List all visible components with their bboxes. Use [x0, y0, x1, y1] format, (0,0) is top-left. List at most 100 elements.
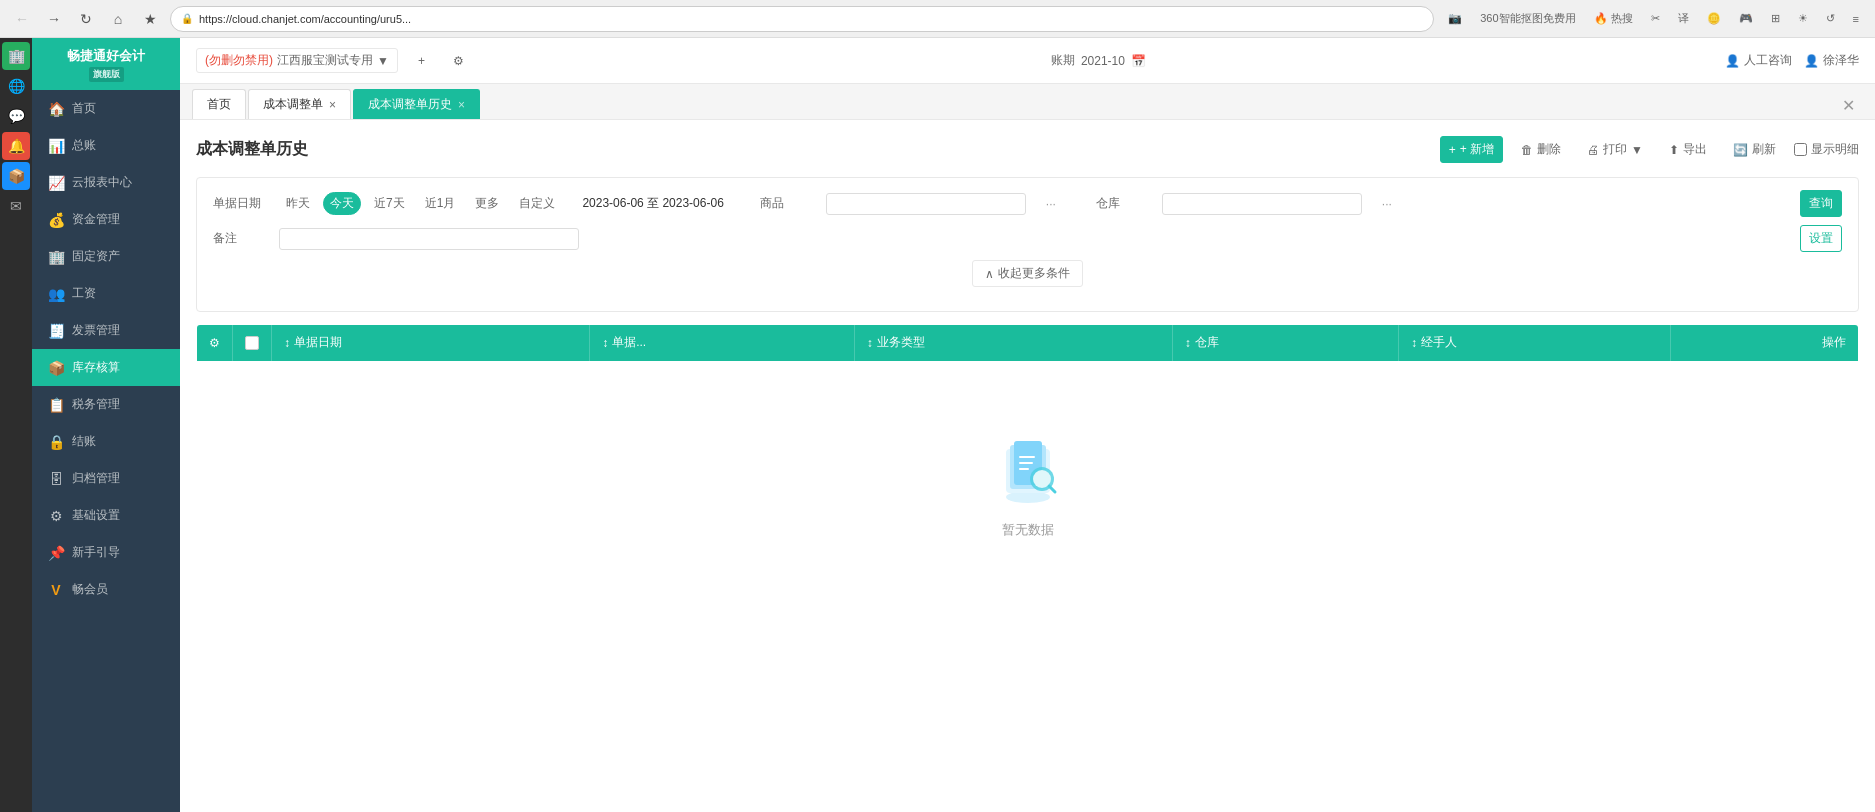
icon-sidebar: 🏢 🌐 💬 🔔 📦 ✉: [0, 38, 32, 812]
date-btn-1month[interactable]: 近1月: [418, 192, 463, 215]
collapse-button[interactable]: ∧ 收起更多条件: [972, 260, 1083, 287]
th-docno-label: 单据...: [612, 334, 646, 351]
refresh-button[interactable]: ↻: [74, 7, 98, 31]
sidebar-item-fixed-assets[interactable]: 🏢 固定资产: [32, 238, 180, 275]
select-all-checkbox[interactable]: [245, 336, 259, 350]
th-handler[interactable]: ↕ 经手人: [1398, 325, 1670, 361]
company-selector[interactable]: (勿删勿禁用) 江西服宝测试专用 ▼: [196, 48, 398, 73]
logo-text: 畅捷通好会计: [67, 47, 145, 65]
sidebar-item-tax[interactable]: 📋 税务管理: [32, 386, 180, 423]
bookmark-button[interactable]: ★: [138, 7, 162, 31]
show-detail-input[interactable]: [1794, 143, 1807, 156]
export-button[interactable]: ⬆ 导出: [1661, 137, 1715, 162]
sidebar-item-guide[interactable]: 📌 新手引导: [32, 534, 180, 571]
empty-state: 暂无数据: [209, 369, 1846, 599]
add-button[interactable]: + + 新增: [1440, 136, 1503, 163]
date-btn-more[interactable]: 更多: [468, 192, 506, 215]
screenshot-btn[interactable]: 📷: [1442, 10, 1468, 27]
game-btn[interactable]: 🎮: [1733, 10, 1759, 27]
refresh-button[interactable]: 🔄 刷新: [1725, 137, 1784, 162]
goods-filter-input[interactable]: [826, 193, 1026, 215]
icon-nav-2[interactable]: 💬: [2, 102, 30, 130]
add-company-button[interactable]: +: [410, 50, 433, 72]
tab-cost-adj-history[interactable]: 成本调整单历史 ×: [353, 89, 480, 119]
menu-btn[interactable]: ≡: [1847, 11, 1865, 27]
user-info[interactable]: 👤 徐泽华: [1804, 52, 1859, 69]
sidebar-item-archive[interactable]: 🗄 归档管理: [32, 460, 180, 497]
th-handler-label: 经手人: [1421, 334, 1457, 351]
app-logo-icon: 🏢: [2, 42, 30, 70]
sidebar-item-funds[interactable]: 💰 资金管理: [32, 201, 180, 238]
tab-home[interactable]: 首页: [192, 89, 246, 119]
close-period-icon: 🔒: [48, 434, 64, 450]
sidebar-item-settings[interactable]: ⚙ 基础设置: [32, 497, 180, 534]
th-date[interactable]: ↕ 单据日期: [272, 325, 590, 361]
sidebar-item-salary[interactable]: 👥 工资: [32, 275, 180, 312]
address-bar[interactable]: 🔒 https://cloud.chanjet.com/accounting/u…: [170, 6, 1434, 32]
hot-btn[interactable]: 🔥 热搜: [1588, 9, 1639, 28]
icon-nav-4[interactable]: 📦: [2, 162, 30, 190]
delete-button[interactable]: 🗑 删除: [1513, 137, 1569, 162]
sidebar-item-inventory[interactable]: 📦 库存核算: [32, 349, 180, 386]
date-btn-custom[interactable]: 自定义: [512, 192, 562, 215]
refresh-label: 刷新: [1752, 141, 1776, 158]
date-btn-yesterday[interactable]: 昨天: [279, 192, 317, 215]
tab-cost-adj[interactable]: 成本调整单 ×: [248, 89, 351, 119]
forward-button[interactable]: →: [42, 7, 66, 31]
translate-btn[interactable]: 译: [1672, 9, 1695, 28]
sidebar-item-member[interactable]: V 畅会员: [32, 571, 180, 608]
search-btn[interactable]: 360智能抠图免费用: [1474, 9, 1581, 28]
logo-edition: 旗舰版: [89, 67, 124, 82]
grid-btn[interactable]: ⊞: [1765, 10, 1786, 27]
add-icon: +: [1449, 143, 1456, 157]
tab-cost-adj-close[interactable]: ×: [329, 98, 336, 112]
refresh-icon: 🔄: [1733, 143, 1748, 157]
consultant-button[interactable]: 👤 人工咨询: [1725, 52, 1792, 69]
goods-ellipsis[interactable]: ···: [1042, 195, 1060, 213]
icon-nav-5[interactable]: ✉: [2, 192, 30, 220]
filter-settings-button[interactable]: 设置: [1800, 225, 1842, 252]
remark-filter-input[interactable]: [279, 228, 579, 250]
company-settings-button[interactable]: ⚙: [445, 50, 472, 72]
date-btn-7days[interactable]: 近7天: [367, 192, 412, 215]
sidebar-item-ledger[interactable]: 📊 总账: [32, 127, 180, 164]
th-warehouse[interactable]: ↕ 仓库: [1172, 325, 1398, 361]
ledger-icon: 📊: [48, 138, 64, 154]
sidebar-item-reports[interactable]: 📈 云报表中心: [32, 164, 180, 201]
inventory-icon: 📦: [48, 360, 64, 376]
th-docno[interactable]: ↕ 单据...: [590, 325, 855, 361]
history-btn[interactable]: ↺: [1820, 10, 1841, 27]
search-button[interactable]: 查询: [1800, 190, 1842, 217]
funds-icon: 💰: [48, 212, 64, 228]
warehouse-ellipsis[interactable]: ···: [1378, 195, 1396, 213]
tab-cost-adj-history-close[interactable]: ×: [458, 98, 465, 112]
cut-btn[interactable]: ✂: [1645, 10, 1666, 27]
th-biztype[interactable]: ↕ 业务类型: [854, 325, 1172, 361]
theme-btn[interactable]: ☀: [1792, 10, 1814, 27]
sidebar-item-invoice[interactable]: 🧾 发票管理: [32, 312, 180, 349]
sidebar-label-funds: 资金管理: [72, 211, 120, 228]
print-icon: 🖨: [1587, 143, 1599, 157]
sidebar-label-close-period: 结账: [72, 433, 96, 450]
th-settings[interactable]: ⚙: [197, 325, 233, 361]
header-right: 👤 人工咨询 👤 徐泽华: [1725, 52, 1859, 69]
home-nav-button[interactable]: ⌂: [106, 7, 130, 31]
sidebar-label-fixed-assets: 固定资产: [72, 248, 120, 265]
icon-nav-3[interactable]: 🔔: [2, 132, 30, 160]
browser-bar: ← → ↻ ⌂ ★ 🔒 https://cloud.chanjet.com/ac…: [0, 0, 1875, 38]
icon-nav-1[interactable]: 🌐: [2, 72, 30, 100]
back-button[interactable]: ←: [10, 7, 34, 31]
sidebar-item-close-period[interactable]: 🔒 结账: [32, 423, 180, 460]
sidebar-item-home[interactable]: 🏠 首页: [32, 90, 180, 127]
coin-btn[interactable]: 🪙: [1701, 10, 1727, 27]
th-checkbox[interactable]: [233, 325, 272, 361]
show-detail-checkbox[interactable]: 显示明细: [1794, 141, 1859, 158]
close-all-tabs-button[interactable]: ✕: [1834, 92, 1863, 119]
print-button[interactable]: 🖨 打印 ▼: [1579, 137, 1651, 162]
sidebar-label-inventory: 库存核算: [72, 359, 120, 376]
export-label: 导出: [1683, 141, 1707, 158]
warehouse-filter-input[interactable]: [1162, 193, 1362, 215]
date-btn-today[interactable]: 今天: [323, 192, 361, 215]
nav-logo: 畅捷通好会计 旗舰版: [32, 38, 180, 90]
page-actions: + + 新增 🗑 删除 🖨 打印 ▼ ⬆ 导出: [1440, 136, 1859, 163]
